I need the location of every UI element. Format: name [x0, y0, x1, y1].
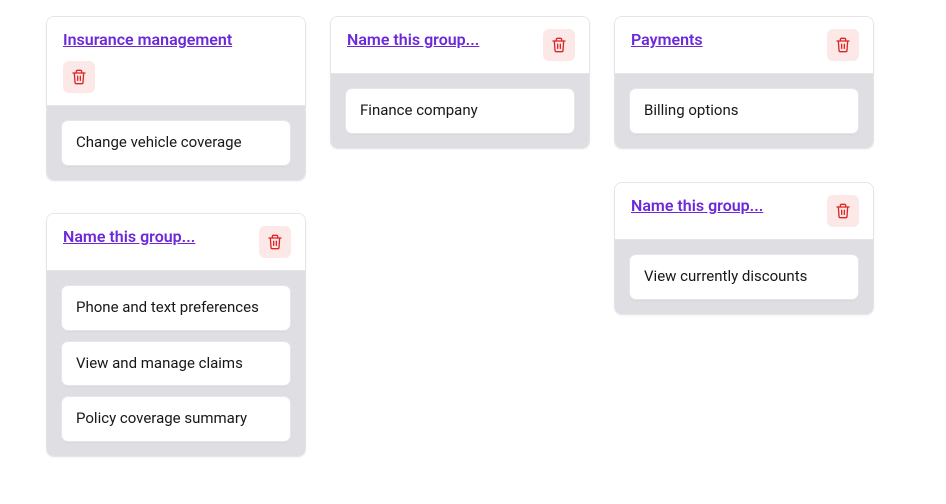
delete-group-button[interactable] — [63, 61, 95, 93]
group-card: Name this group... Finance company — [330, 16, 590, 149]
group-body: Finance company — [331, 73, 589, 148]
delete-group-button[interactable] — [827, 29, 859, 61]
group-body: Phone and text preferences View and mana… — [47, 270, 305, 456]
trash-icon — [551, 37, 567, 53]
groups-canvas: Insurance management Change vehicle cove… — [0, 0, 946, 504]
group-title-link[interactable]: Name this group... — [347, 29, 479, 51]
list-item[interactable]: Change vehicle coverage — [61, 120, 291, 166]
group-header: Name this group... — [615, 183, 873, 239]
group-header: Payments — [615, 17, 873, 73]
delete-group-button[interactable] — [259, 226, 291, 258]
group-header: Name this group... — [331, 17, 589, 73]
group-card: Name this group... View currently discou… — [614, 182, 874, 315]
group-card: Payments Billing options — [614, 16, 874, 149]
list-item[interactable]: View and manage claims — [61, 341, 291, 387]
list-item[interactable]: Phone and text preferences — [61, 285, 291, 331]
list-item[interactable]: Finance company — [345, 88, 575, 134]
list-item[interactable]: Billing options — [629, 88, 859, 134]
list-item[interactable]: Policy coverage summary — [61, 396, 291, 442]
group-body: Change vehicle coverage — [47, 105, 305, 180]
group-title-link[interactable]: Name this group... — [631, 195, 763, 217]
delete-group-button[interactable] — [543, 29, 575, 61]
group-title-link[interactable]: Insurance management — [63, 29, 291, 51]
group-header: Name this group... — [47, 214, 305, 270]
group-header: Insurance management — [47, 17, 305, 105]
group-title-link[interactable]: Name this group... — [63, 226, 195, 248]
group-body: Billing options — [615, 73, 873, 148]
delete-group-button[interactable] — [827, 195, 859, 227]
group-body: View currently discounts — [615, 239, 873, 314]
group-title-link[interactable]: Payments — [631, 29, 703, 51]
trash-icon — [267, 234, 283, 250]
trash-icon — [71, 69, 87, 85]
trash-icon — [835, 37, 851, 53]
group-card: Insurance management Change vehicle cove… — [46, 16, 306, 181]
group-card: Name this group... Phone and text prefer… — [46, 213, 306, 457]
list-item[interactable]: View currently discounts — [629, 254, 859, 300]
trash-icon — [835, 203, 851, 219]
